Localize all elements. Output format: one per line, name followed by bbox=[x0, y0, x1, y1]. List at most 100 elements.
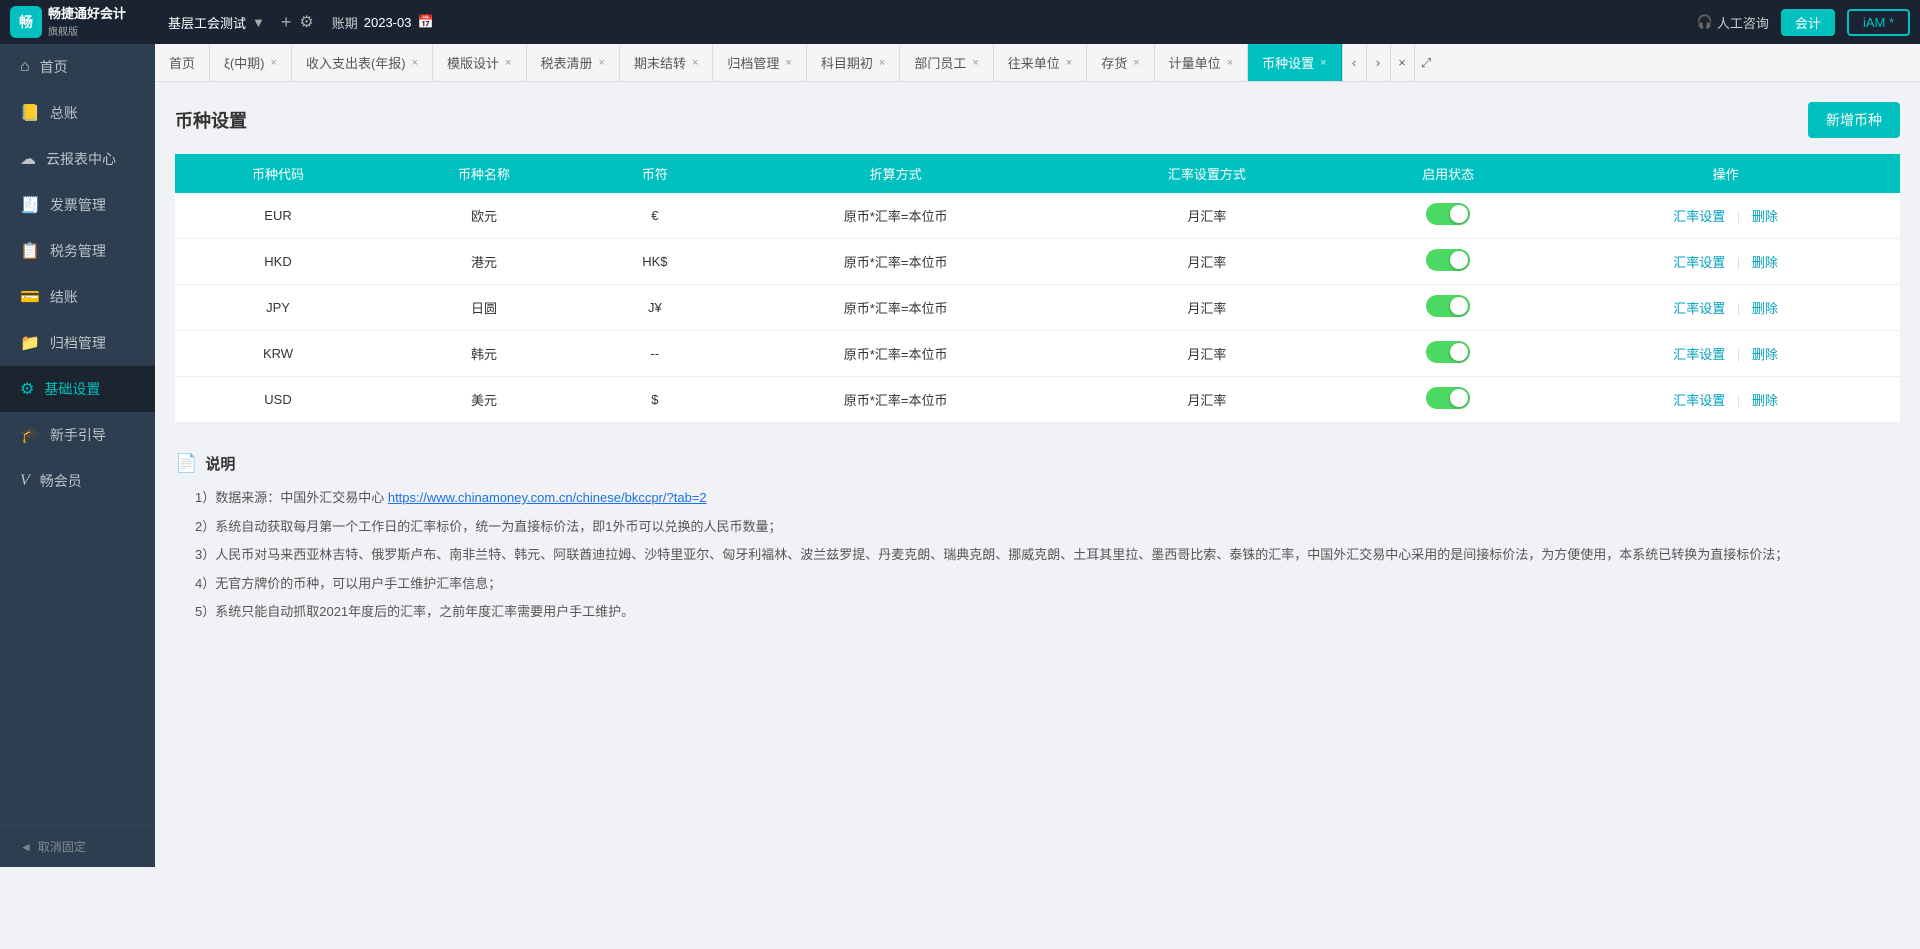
cell-status[interactable] bbox=[1345, 193, 1551, 239]
chinamoney-link[interactable]: https://www.chinamoney.com.cn/chinese/bk… bbox=[388, 490, 707, 505]
cell-symbol: $ bbox=[587, 377, 723, 423]
cell-status[interactable] bbox=[1345, 285, 1551, 331]
home-icon: ⌂ bbox=[20, 58, 30, 76]
cell-status[interactable] bbox=[1345, 239, 1551, 285]
account-button[interactable]: 会计 bbox=[1781, 9, 1835, 36]
close-icon[interactable]: × bbox=[879, 57, 885, 69]
toggle-switch[interactable] bbox=[1426, 249, 1470, 271]
table-row: EUR 欧元 € 原币*汇率=本位币 月汇率 汇率设置 | 删除 bbox=[175, 193, 1900, 239]
delete-link[interactable]: 删除 bbox=[1752, 255, 1778, 270]
close-icon[interactable]: × bbox=[1227, 57, 1233, 69]
close-icon[interactable]: × bbox=[271, 57, 277, 69]
notice-list: 1）数据来源：中国外汇交易中心 https://www.chinamoney.c… bbox=[175, 484, 1900, 627]
calendar-icon[interactable]: 📅 bbox=[417, 14, 433, 30]
action-separator: | bbox=[1737, 393, 1740, 408]
rate-settings-link[interactable]: 汇率设置 bbox=[1673, 301, 1725, 316]
table-row: JPY 日圆 J¥ 原币*汇率=本位币 月汇率 汇率设置 | 删除 bbox=[175, 285, 1900, 331]
delete-link[interactable]: 删除 bbox=[1752, 301, 1778, 316]
logo-area: 畅 畅捷通好会计 旗舰版 bbox=[10, 6, 150, 38]
support-button[interactable]: 🎧 人工咨询 bbox=[1697, 13, 1769, 32]
sidebar-item-archive[interactable]: 📁 归档管理 bbox=[0, 320, 155, 366]
currency-table: 币种代码 币种名称 币符 折算方式 汇率设置方式 启用状态 操作 EUR 欧元 … bbox=[175, 154, 1900, 423]
cell-name: 欧元 bbox=[381, 193, 587, 239]
toggle-switch[interactable] bbox=[1426, 203, 1470, 225]
member-icon: V bbox=[20, 472, 30, 490]
add-button[interactable]: + bbox=[281, 12, 292, 33]
delete-link[interactable]: 删除 bbox=[1752, 393, 1778, 408]
iam-button[interactable]: iAM * bbox=[1847, 9, 1910, 36]
close-icon[interactable]: × bbox=[972, 57, 978, 69]
unpin-button[interactable]: ◄ 取消固定 bbox=[0, 825, 155, 867]
app-name: 畅捷通好会计 bbox=[48, 6, 126, 23]
close-icon[interactable]: × bbox=[1066, 57, 1072, 69]
tab-contacts[interactable]: 往来单位 × bbox=[994, 44, 1087, 82]
sidebar-item-guide[interactable]: 🎓 新手引导 bbox=[0, 412, 155, 458]
cell-calc-method: 原币*汇率=本位币 bbox=[723, 331, 1069, 377]
guide-icon: 🎓 bbox=[20, 425, 40, 445]
cell-rate-type: 月汇率 bbox=[1069, 285, 1346, 331]
close-icon[interactable]: × bbox=[505, 57, 511, 69]
sidebar-item-member[interactable]: V 畅会员 bbox=[0, 458, 155, 504]
archive-icon: 📁 bbox=[20, 333, 40, 353]
close-icon[interactable]: × bbox=[599, 57, 605, 69]
main-content: 币种设置 新增币种 币种代码 币种名称 币符 折算方式 汇率设置方式 启用状态 … bbox=[155, 82, 1920, 867]
tab-prev-button[interactable]: ‹ bbox=[1342, 44, 1366, 82]
tab-template-design[interactable]: 模版设计 × bbox=[433, 44, 526, 82]
tab-department[interactable]: 部门员工 × bbox=[900, 44, 993, 82]
new-currency-button[interactable]: 新增币种 bbox=[1808, 102, 1900, 138]
tab-expand-button[interactable]: ⤢ bbox=[1414, 44, 1438, 82]
tab-archive-mgmt[interactable]: 归档管理 × bbox=[713, 44, 806, 82]
sidebar-item-tax[interactable]: 📋 税务管理 bbox=[0, 228, 155, 274]
toggle-switch[interactable] bbox=[1426, 295, 1470, 317]
col-actions: 操作 bbox=[1551, 154, 1900, 193]
sidebar-item-cloud-report[interactable]: ☁ 云报表中心 bbox=[0, 136, 155, 182]
tab-income-report[interactable]: 收入支出表(年报) × bbox=[292, 44, 433, 82]
cell-calc-method: 原币*汇率=本位币 bbox=[723, 285, 1069, 331]
company-name: 基层工会测试 bbox=[168, 13, 246, 32]
rate-settings-link[interactable]: 汇率设置 bbox=[1673, 209, 1725, 224]
sidebar-item-checkout[interactable]: 💳 结账 bbox=[0, 274, 155, 320]
tab-period-end[interactable]: 期末结转 × bbox=[620, 44, 713, 82]
cell-rate-type: 月汇率 bbox=[1069, 377, 1346, 423]
delete-link[interactable]: 删除 bbox=[1752, 347, 1778, 362]
close-icon[interactable]: × bbox=[1133, 57, 1139, 69]
settings-icon[interactable]: ⚙ bbox=[299, 12, 313, 32]
close-icon[interactable]: × bbox=[1320, 57, 1326, 69]
cell-calc-method: 原币*汇率=本位币 bbox=[723, 193, 1069, 239]
tab-next-button[interactable]: › bbox=[1366, 44, 1390, 82]
company-selector[interactable]: 基层工会测试 ▼ bbox=[168, 13, 265, 32]
cell-symbol: -- bbox=[587, 331, 723, 377]
notice-title-text: 说明 bbox=[205, 453, 235, 474]
col-rate-type: 汇率设置方式 bbox=[1069, 154, 1346, 193]
tab-measure-unit[interactable]: 计量单位 × bbox=[1155, 44, 1248, 82]
chevron-down-icon: ▼ bbox=[252, 15, 265, 30]
sidebar-item-ledger[interactable]: 📒 总账 bbox=[0, 90, 155, 136]
cell-status[interactable] bbox=[1345, 331, 1551, 377]
tab-tax-book[interactable]: 税表清册 × bbox=[527, 44, 620, 82]
cell-actions: 汇率设置 | 删除 bbox=[1551, 239, 1900, 285]
sidebar-item-home[interactable]: ⌂ 首页 bbox=[0, 44, 155, 90]
tab-home[interactable]: 首页 bbox=[155, 44, 210, 82]
toggle-switch[interactable] bbox=[1426, 341, 1470, 363]
cloud-icon: ☁ bbox=[20, 149, 36, 169]
tax-icon: 📋 bbox=[20, 241, 40, 261]
rate-settings-link[interactable]: 汇率设置 bbox=[1673, 347, 1725, 362]
tab-inventory[interactable]: 存货 × bbox=[1087, 44, 1154, 82]
sidebar-item-label: 发票管理 bbox=[50, 195, 106, 215]
sidebar-item-invoice[interactable]: 🧾 发票管理 bbox=[0, 182, 155, 228]
rate-settings-link[interactable]: 汇率设置 bbox=[1673, 393, 1725, 408]
cell-status[interactable] bbox=[1345, 377, 1551, 423]
close-icon[interactable]: × bbox=[785, 57, 791, 69]
notice-item-3: 3）人民币对马来西亚林吉特、俄罗斯卢布、南非兰特、韩元、阿联酋迪拉姆、沙特里亚尔… bbox=[195, 541, 1900, 570]
delete-link[interactable]: 删除 bbox=[1752, 209, 1778, 224]
cell-calc-method: 原币*汇率=本位币 bbox=[723, 377, 1069, 423]
sidebar-item-settings[interactable]: ⚙ 基础设置 bbox=[0, 366, 155, 412]
toggle-switch[interactable] bbox=[1426, 387, 1470, 409]
rate-settings-link[interactable]: 汇率设置 bbox=[1673, 255, 1725, 270]
tab-currency-settings[interactable]: 币种设置 × bbox=[1248, 44, 1341, 82]
close-icon[interactable]: × bbox=[412, 57, 418, 69]
tab-subject-init[interactable]: 科目期初 × bbox=[807, 44, 900, 82]
tab-close-all-button[interactable]: × bbox=[1390, 44, 1414, 82]
close-icon[interactable]: × bbox=[692, 57, 698, 69]
tab-period-middle[interactable]: ξ(中期) × bbox=[210, 44, 292, 82]
